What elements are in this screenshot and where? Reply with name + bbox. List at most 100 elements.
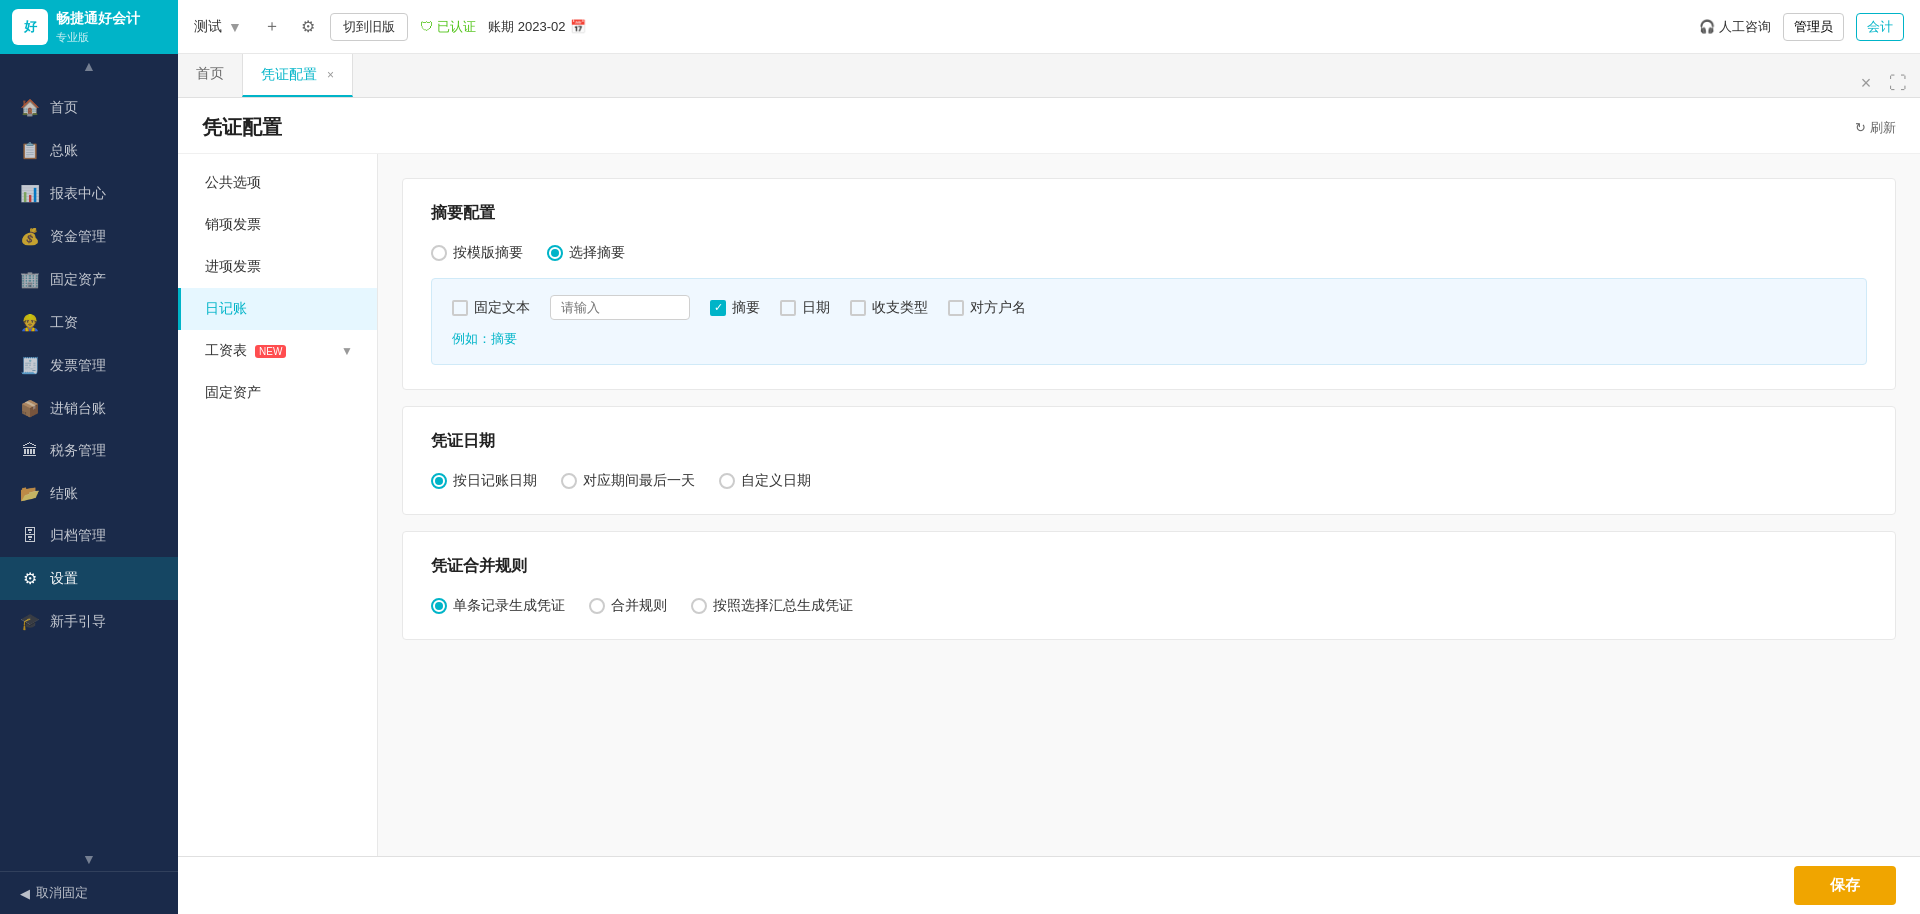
sidebar-item-close[interactable]: 📂 结账 <box>0 472 178 515</box>
main-content: 凭证配置 ↻ 刷新 公共选项 销项发票 进项发票 日记账 工资表 NEW <box>178 98 1920 914</box>
radio-journal-date-circle <box>431 473 447 489</box>
tabbar-actions: × ⛶ <box>1844 69 1920 97</box>
sidebar-item-label: 报表中心 <box>50 185 106 203</box>
menu-item-payroll[interactable]: 工资表 NEW ▼ <box>178 330 377 372</box>
pin-icon: ◀ <box>20 886 30 901</box>
period-label: 账期 <box>488 18 514 36</box>
sidebar-item-label: 结账 <box>50 485 78 503</box>
sidebar-item-label: 首页 <box>50 99 78 117</box>
radio-merge-rules[interactable]: 合并规则 <box>589 597 667 615</box>
topbar-right: 🎧 人工咨询 管理员 会计 <box>1699 13 1904 41</box>
ledger-icon: 📋 <box>20 141 40 160</box>
sidebar-item-reports[interactable]: 📊 报表中心 <box>0 172 178 215</box>
sidebar-item-label: 资金管理 <box>50 228 106 246</box>
sidebar-item-assets[interactable]: 🏢 固定资产 <box>0 258 178 301</box>
menu-item-public[interactable]: 公共选项 <box>178 162 377 204</box>
sidebar-item-funds[interactable]: 💰 资金管理 <box>0 215 178 258</box>
tab-home-label: 首页 <box>196 65 224 83</box>
checkbox-date[interactable]: 日期 <box>780 299 830 317</box>
consult-label: 人工咨询 <box>1719 18 1771 36</box>
add-button[interactable]: ＋ <box>258 13 286 41</box>
admin-btn[interactable]: 管理员 <box>1783 13 1844 41</box>
save-button[interactable]: 保存 <box>1794 866 1896 905</box>
sidebar-item-label: 新手引导 <box>50 613 106 631</box>
sidebar-item-tax[interactable]: 🏛 税务管理 <box>0 430 178 472</box>
radio-select-circle <box>547 245 563 261</box>
settings-button[interactable]: ⚙ <box>294 13 322 41</box>
accountant-btn[interactable]: 会计 <box>1856 13 1904 41</box>
radio-custom-circle <box>719 473 735 489</box>
date-section-title: 凭证日期 <box>431 431 1867 452</box>
radio-select-summary[interactable]: 选择摘要 <box>547 244 625 262</box>
new-badge: NEW <box>255 345 286 358</box>
project-label: 测试 <box>194 18 222 36</box>
sidebar-item-trade[interactable]: 📦 进销台账 <box>0 387 178 430</box>
topbar-action-buttons: ＋ ⚙ 切到旧版 <box>258 13 408 41</box>
menu-item-purchase-invoice[interactable]: 进项发票 <box>178 246 377 288</box>
sidebar-scroll-down[interactable]: ▼ <box>0 847 178 871</box>
project-dropdown-icon[interactable]: ▼ <box>228 19 242 35</box>
checkbox-abstract[interactable]: ✓ 摘要 <box>710 299 760 317</box>
sidebar-item-label: 税务管理 <box>50 442 106 460</box>
logo-icon: 好 <box>12 9 48 45</box>
counterparty-label: 对方户名 <box>970 299 1026 317</box>
cancel-fixed-btn[interactable]: ◀ 取消固定 <box>0 871 178 914</box>
tab-voucher-config-label: 凭证配置 <box>261 66 317 84</box>
merge-radio-group: 单条记录生成凭证 合并规则 按照选择汇总生成凭证 <box>431 597 1867 615</box>
radio-single-record[interactable]: 单条记录生成凭证 <box>431 597 565 615</box>
radio-single-label: 单条记录生成凭证 <box>453 597 565 615</box>
checkbox-fixed-text[interactable]: 固定文本 <box>452 299 530 317</box>
calendar-icon[interactable]: 📅 <box>570 19 586 34</box>
sidebar-item-invoice[interactable]: 🧾 发票管理 <box>0 344 178 387</box>
menu-item-journal[interactable]: 日记账 <box>178 288 377 330</box>
radio-aggregate[interactable]: 按照选择汇总生成凭证 <box>691 597 853 615</box>
sidebar-item-label: 工资 <box>50 314 78 332</box>
trade-icon: 📦 <box>20 399 40 418</box>
refresh-icon: ↻ <box>1855 120 1866 135</box>
funds-icon: 💰 <box>20 227 40 246</box>
expand-btn[interactable]: ⛶ <box>1884 69 1912 97</box>
radio-merge-circle <box>589 598 605 614</box>
abstract-checkbox: ✓ <box>710 300 726 316</box>
sidebar-item-home[interactable]: 🏠 首页 <box>0 86 178 129</box>
radio-journal-date[interactable]: 按日记账日期 <box>431 472 537 490</box>
sidebar-item-salary[interactable]: 👷 工资 <box>0 301 178 344</box>
sidebar-item-guide[interactable]: 🎓 新手引导 <box>0 600 178 643</box>
checkbox-counterparty[interactable]: 对方户名 <box>948 299 1026 317</box>
logo-text-block: 畅捷通好会计 专业版 <box>56 9 140 44</box>
checkbox-income-type[interactable]: 收支类型 <box>850 299 928 317</box>
page-title: 凭证配置 <box>202 114 282 141</box>
radio-aggregate-label: 按照选择汇总生成凭证 <box>713 597 853 615</box>
sidebar-item-settings[interactable]: ⚙ 设置 <box>0 557 178 600</box>
fixed-text-input[interactable] <box>550 295 690 320</box>
summary-config-section: 摘要配置 按模版摘要 选择摘要 固定文本 <box>402 178 1896 390</box>
sidebar-item-archive[interactable]: 🗄 归档管理 <box>0 515 178 557</box>
archive-icon: 🗄 <box>20 527 40 545</box>
close-tab-btn[interactable]: × <box>1852 69 1880 97</box>
radio-template-label: 按模版摘要 <box>453 244 523 262</box>
menu-item-sales-invoice[interactable]: 销项发票 <box>178 204 377 246</box>
salary-icon: 👷 <box>20 313 40 332</box>
refresh-btn[interactable]: ↻ 刷新 <box>1855 119 1896 137</box>
headphone-icon: 🎧 <box>1699 19 1715 34</box>
period-value: 2023-02 <box>518 19 566 34</box>
tab-voucher-config[interactable]: 凭证配置 × <box>242 53 353 97</box>
radio-period-last-day[interactable]: 对应期间最后一天 <box>561 472 695 490</box>
radio-aggregate-circle <box>691 598 707 614</box>
sidebar-item-ledger[interactable]: 📋 总账 <box>0 129 178 172</box>
radio-custom-date[interactable]: 自定义日期 <box>719 472 811 490</box>
sidebar: 好 畅捷通好会计 专业版 ▲ 🏠 首页 📋 总账 📊 报表中心 💰 资金管理 🏢… <box>0 0 178 914</box>
menu-item-fixed-assets[interactable]: 固定资产 <box>178 372 377 414</box>
sidebar-item-label: 发票管理 <box>50 357 106 375</box>
close-period-icon: 📂 <box>20 484 40 503</box>
payroll-expand-icon: ▼ <box>341 344 353 358</box>
counterparty-checkbox <box>948 300 964 316</box>
tab-home[interactable]: 首页 <box>178 53 242 97</box>
radio-merge-label: 合并规则 <box>611 597 667 615</box>
sidebar-scroll-up[interactable]: ▲ <box>0 54 178 78</box>
radio-template-summary[interactable]: 按模版摘要 <box>431 244 523 262</box>
consult-btn[interactable]: 🎧 人工咨询 <box>1699 18 1771 36</box>
switch-old-version-btn[interactable]: 切到旧版 <box>330 13 408 41</box>
inner-layout: 公共选项 销项发票 进项发票 日记账 工资表 NEW ▼ 固定资产 <box>178 154 1920 910</box>
tab-close-icon[interactable]: × <box>327 68 334 82</box>
